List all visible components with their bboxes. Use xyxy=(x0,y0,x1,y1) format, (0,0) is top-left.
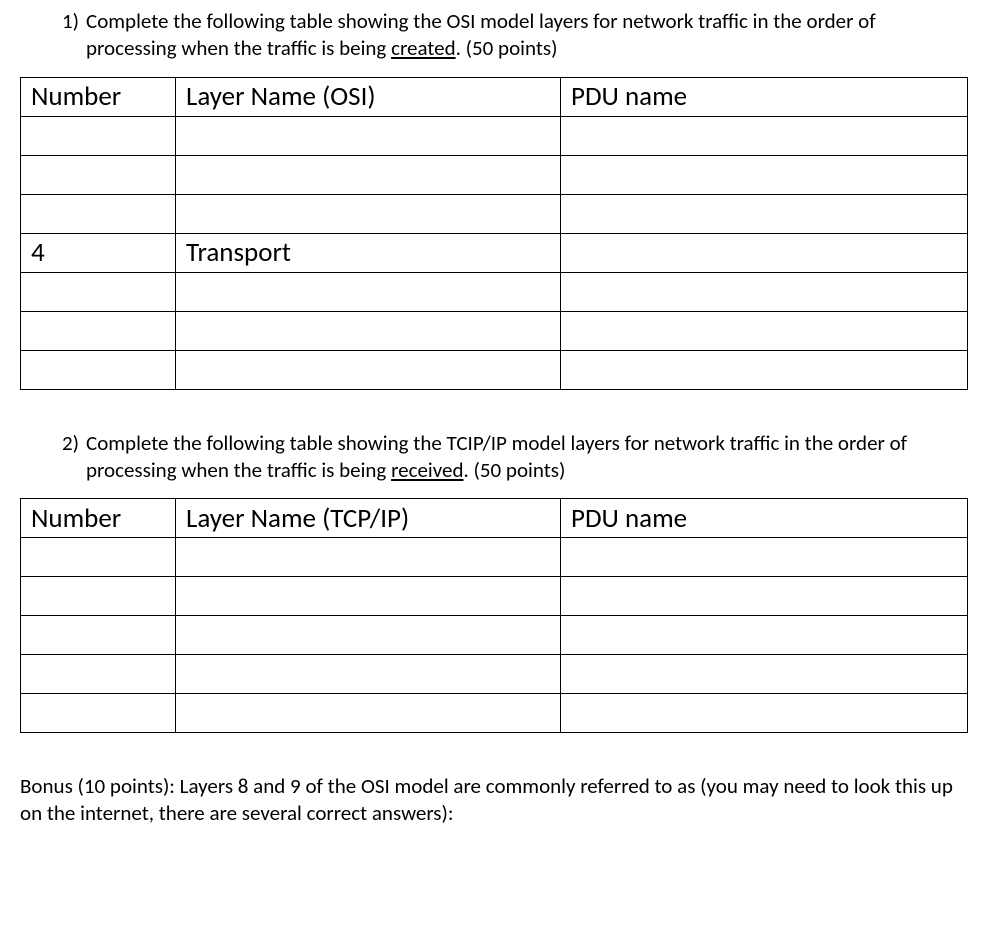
cell[interactable] xyxy=(21,350,176,389)
table-row xyxy=(21,538,968,577)
cell[interactable] xyxy=(21,116,176,155)
cell[interactable] xyxy=(176,155,561,194)
cell[interactable] xyxy=(21,616,176,655)
cell[interactable] xyxy=(21,577,176,616)
table-row xyxy=(21,616,968,655)
table-row xyxy=(21,694,968,733)
table-row: 4 Transport xyxy=(21,233,968,272)
cell[interactable] xyxy=(561,538,968,577)
cell[interactable] xyxy=(21,272,176,311)
tcpip-header-layer: Layer Name (TCP/IP) xyxy=(176,499,561,538)
table-row xyxy=(21,194,968,233)
question-1: 1) Complete the following table showing … xyxy=(86,8,968,63)
cell[interactable] xyxy=(561,155,968,194)
page: 1) Complete the following table showing … xyxy=(0,0,988,848)
cell[interactable] xyxy=(561,616,968,655)
cell[interactable] xyxy=(176,694,561,733)
cell[interactable] xyxy=(176,577,561,616)
tcpip-table-header-row: Number Layer Name (TCP/IP) PDU name xyxy=(21,499,968,538)
cell[interactable] xyxy=(176,311,561,350)
cell[interactable]: 4 xyxy=(21,233,176,272)
question-2-number: 2) xyxy=(62,430,79,457)
tcpip-header-pdu: PDU name xyxy=(561,499,968,538)
cell[interactable] xyxy=(176,272,561,311)
cell[interactable] xyxy=(561,350,968,389)
osi-header-layer: Layer Name (OSI) xyxy=(176,77,561,116)
question-1-text-after: . (50 points) xyxy=(456,35,558,61)
cell[interactable] xyxy=(21,655,176,694)
cell[interactable] xyxy=(176,194,561,233)
cell[interactable] xyxy=(21,311,176,350)
cell[interactable] xyxy=(561,272,968,311)
cell[interactable] xyxy=(21,155,176,194)
table-row xyxy=(21,311,968,350)
osi-header-number: Number xyxy=(21,77,176,116)
question-2-underlined: received xyxy=(391,457,463,483)
table-row xyxy=(21,655,968,694)
cell[interactable] xyxy=(561,655,968,694)
table-row xyxy=(21,577,968,616)
cell[interactable] xyxy=(176,616,561,655)
cell[interactable] xyxy=(21,538,176,577)
cell[interactable] xyxy=(561,577,968,616)
cell[interactable] xyxy=(561,694,968,733)
cell[interactable] xyxy=(561,311,968,350)
table-row xyxy=(21,116,968,155)
cell[interactable] xyxy=(561,116,968,155)
cell[interactable] xyxy=(21,194,176,233)
question-1-underlined: created xyxy=(391,35,456,61)
cell[interactable] xyxy=(176,538,561,577)
question-2-text-after: . (50 points) xyxy=(463,457,565,483)
table-row xyxy=(21,350,968,389)
bonus-question: Bonus (10 points): Layers 8 and 9 of the… xyxy=(20,773,968,828)
cell[interactable] xyxy=(21,694,176,733)
cell[interactable] xyxy=(176,655,561,694)
tcpip-header-number: Number xyxy=(21,499,176,538)
osi-table-header-row: Number Layer Name (OSI) PDU name xyxy=(21,77,968,116)
cell[interactable] xyxy=(561,233,968,272)
table-row xyxy=(21,155,968,194)
question-1-number: 1) xyxy=(62,8,79,35)
question-2: 2) Complete the following table showing … xyxy=(86,430,968,485)
table-row xyxy=(21,272,968,311)
osi-header-pdu: PDU name xyxy=(561,77,968,116)
cell[interactable] xyxy=(176,350,561,389)
cell[interactable]: Transport xyxy=(176,233,561,272)
cell[interactable] xyxy=(176,116,561,155)
cell[interactable] xyxy=(561,194,968,233)
osi-table: Number Layer Name (OSI) PDU name 4 Trans… xyxy=(20,77,968,390)
tcpip-table: Number Layer Name (TCP/IP) PDU name xyxy=(20,498,968,733)
